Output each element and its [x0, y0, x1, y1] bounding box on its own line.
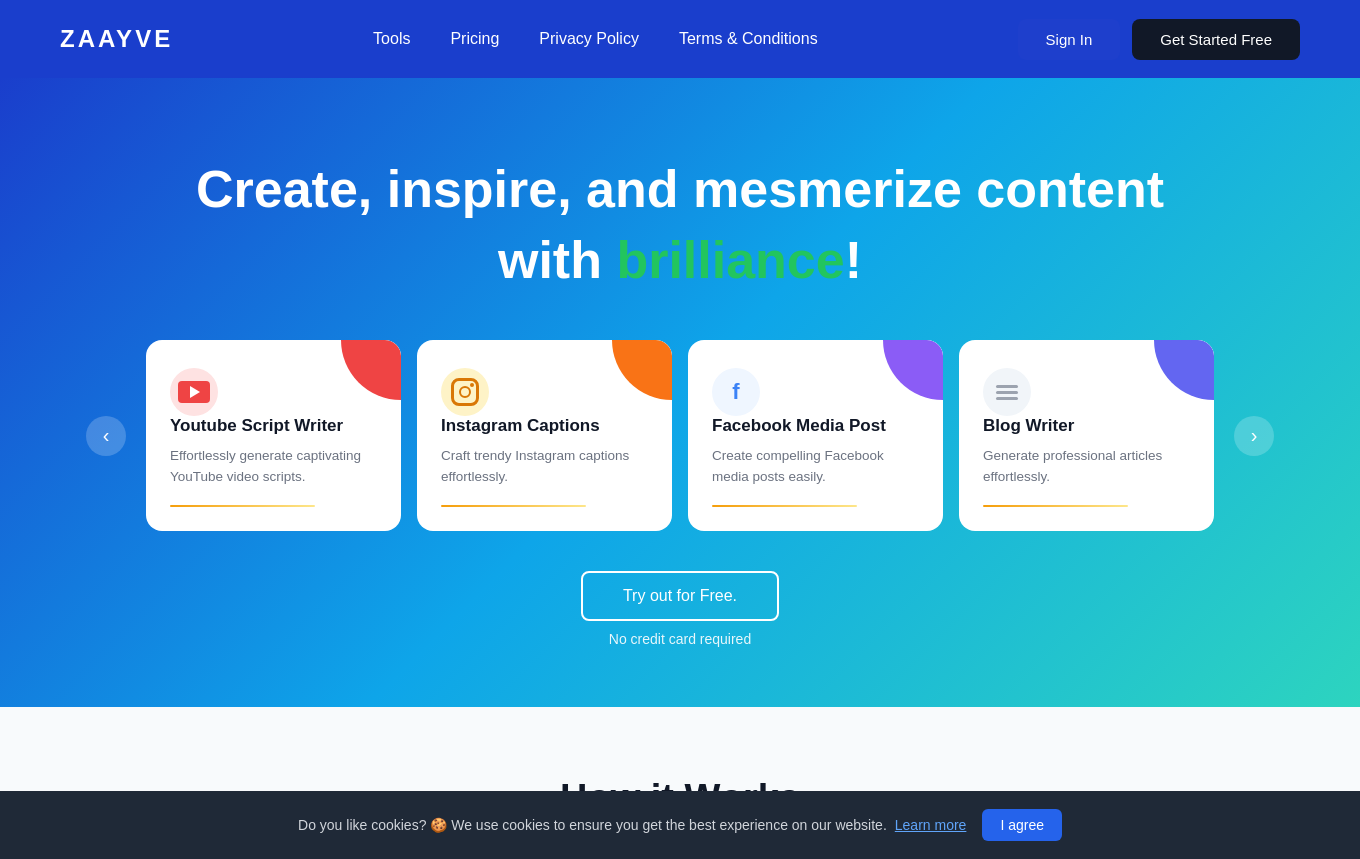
hero-title-line1: Create, inspire, and mesmerize content	[40, 158, 1320, 220]
card-blog-desc: Generate professional articles effortles…	[983, 446, 1190, 487]
hero-title-suffix: !	[845, 231, 862, 289]
main-nav: Tools Pricing Privacy Policy Terms & Con…	[373, 30, 818, 48]
cookie-agree-button[interactable]: I agree	[982, 809, 1062, 841]
getstarted-button[interactable]: Get Started Free	[1132, 19, 1300, 60]
try-free-button[interactable]: Try out for Free.	[581, 571, 779, 621]
youtube-play-icon	[190, 386, 200, 398]
nav-privacy[interactable]: Privacy Policy	[539, 30, 639, 47]
card-facebook-desc: Create compelling Facebook media posts e…	[712, 446, 919, 487]
card-blog: Blog Writer Generate professional articl…	[959, 340, 1214, 531]
instagram-icon	[441, 368, 489, 416]
instagram-icon-inner	[451, 378, 479, 406]
hero-title-line2: with brilliance!	[40, 230, 1320, 290]
card-instagram: Instagram Captions Craft trendy Instagra…	[417, 340, 672, 531]
nav-tools[interactable]: Tools	[373, 30, 410, 47]
cards-row: Youtube Script Writer Effortlessly gener…	[146, 340, 1214, 531]
card-youtube: Youtube Script Writer Effortlessly gener…	[146, 340, 401, 531]
blog-line-1	[996, 385, 1018, 388]
card-instagram-desc: Craft trendy Instagram captions effortle…	[441, 446, 648, 487]
instagram-circle	[459, 386, 471, 398]
youtube-icon-inner	[178, 381, 210, 403]
slider-next-button[interactable]: ›	[1234, 416, 1274, 456]
card-instagram-divider	[441, 505, 586, 507]
header-buttons: Sign In Get Started Free	[1018, 19, 1300, 60]
cards-container: ‹ Youtube Script Writer Effortlessly gen…	[80, 340, 1280, 531]
card-youtube-desc: Effortlessly generate captivating YouTub…	[170, 446, 377, 487]
card-corner-youtube	[341, 340, 401, 400]
card-corner-instagram	[612, 340, 672, 400]
youtube-icon	[170, 368, 218, 416]
card-corner-facebook	[883, 340, 943, 400]
card-corner-blog	[1154, 340, 1214, 400]
hero-section: Create, inspire, and mesmerize content w…	[0, 78, 1360, 707]
card-instagram-title: Instagram Captions	[441, 416, 648, 436]
hero-title-highlight: brilliance	[616, 231, 844, 289]
cta-section: Try out for Free. No credit card require…	[40, 571, 1320, 647]
blog-line-3	[996, 397, 1018, 400]
cookie-text: Do you like cookies? 🍪 We use cookies to…	[298, 817, 887, 833]
logo: ZAAYVE	[60, 25, 173, 53]
no-credit-text: No credit card required	[609, 631, 751, 647]
card-facebook: f Facebook Media Post Create compelling …	[688, 340, 943, 531]
card-facebook-divider	[712, 505, 857, 507]
nav-terms[interactable]: Terms & Conditions	[679, 30, 818, 47]
card-blog-divider	[983, 505, 1128, 507]
blog-line-2	[996, 391, 1018, 394]
card-youtube-title: Youtube Script Writer	[170, 416, 377, 436]
slider-prev-button[interactable]: ‹	[86, 416, 126, 456]
hero-title-prefix: with	[498, 231, 616, 289]
nav-pricing[interactable]: Pricing	[450, 30, 499, 47]
card-facebook-title: Facebook Media Post	[712, 416, 919, 436]
cookie-banner: Do you like cookies? 🍪 We use cookies to…	[0, 791, 1360, 859]
card-youtube-divider	[170, 505, 315, 507]
header: ZAAYVE Tools Pricing Privacy Policy Term…	[0, 0, 1360, 78]
card-blog-title: Blog Writer	[983, 416, 1190, 436]
blog-icon	[983, 368, 1031, 416]
cookie-learn-more[interactable]: Learn more	[895, 817, 967, 833]
signin-button[interactable]: Sign In	[1018, 19, 1121, 60]
facebook-icon: f	[712, 368, 760, 416]
instagram-dot	[470, 383, 474, 387]
